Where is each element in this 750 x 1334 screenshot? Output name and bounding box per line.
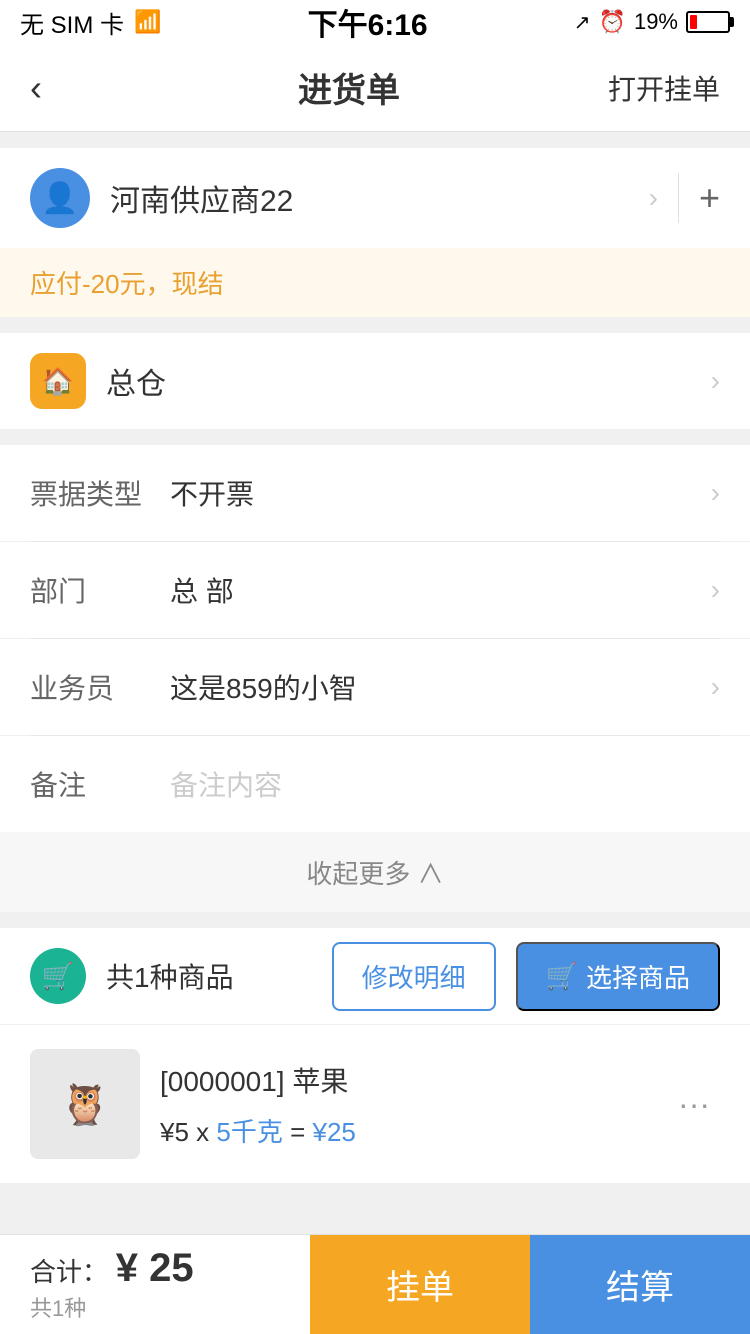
gap-1 xyxy=(0,132,750,148)
footer-total-row: 合计： ¥ 25 xyxy=(30,1246,280,1291)
carrier-text: 无 SIM 卡 xyxy=(20,5,124,40)
chevron-right-icon[interactable]: › xyxy=(649,182,658,214)
department-value: 总 部 xyxy=(170,570,711,610)
battery-text: 19% xyxy=(634,9,678,35)
product-count-label: 共1种商品 xyxy=(106,956,312,996)
salesperson-label: 业务员 xyxy=(30,667,170,707)
product-header: 🛒 共1种商品 修改明细 🛒 选择商品 xyxy=(0,928,750,1024)
product-info: [0000001] 苹果 ¥5 x 5千克 = ¥25 xyxy=(160,1060,648,1149)
product-code: [0000001] xyxy=(160,1066,292,1097)
wifi-icon: 📶 xyxy=(134,9,161,35)
gap-3 xyxy=(0,429,750,445)
subtotal-value: ¥25 xyxy=(313,1117,356,1147)
product-price-row: ¥5 x 5千克 = ¥25 xyxy=(160,1112,648,1149)
footer-bar: 合计： ¥ 25 共1种 挂单 结算 xyxy=(0,1234,750,1334)
footer-item-count: 共1种 xyxy=(30,1291,280,1323)
hangup-button[interactable]: 挂单 xyxy=(310,1235,530,1334)
remark-label: 备注 xyxy=(30,764,170,804)
department-chevron: › xyxy=(711,574,720,606)
back-button[interactable]: ‹ xyxy=(30,67,90,109)
divider xyxy=(678,173,679,223)
location-icon: ↗ xyxy=(574,10,591,35)
invoice-type-row[interactable]: 票据类型 不开票 › xyxy=(0,445,750,541)
equals-sign: = xyxy=(290,1117,312,1147)
product-thumb-icon: 🦉 xyxy=(60,1081,110,1128)
footer-total-section: 合计： ¥ 25 共1种 xyxy=(0,1246,310,1323)
gap-4 xyxy=(0,912,750,928)
notice-banner: 应付-20元，现结 xyxy=(0,248,750,317)
settle-button[interactable]: 结算 xyxy=(530,1235,750,1334)
page-title: 进货单 xyxy=(298,63,400,112)
quantity-value: 5千克 xyxy=(216,1117,282,1147)
select-product-icon: 🛒 xyxy=(546,961,578,992)
total-amount: ¥ 25 xyxy=(116,1246,194,1290)
product-item: 🦉 [0000001] 苹果 ¥5 x 5千克 = ¥25 ··· xyxy=(0,1025,750,1183)
department-label: 部门 xyxy=(30,570,170,610)
supplier-row: 👤 河南供应商22 › + xyxy=(0,148,750,248)
alarm-icon: ⏰ xyxy=(599,9,626,35)
status-bar: 无 SIM 卡 📶 下午6:16 ↗ ⏰ 19% xyxy=(0,0,750,44)
warehouse-icon: 🏠 xyxy=(30,353,86,409)
product-name: [0000001] 苹果 xyxy=(160,1060,648,1100)
remark-row[interactable]: 备注 备注内容 xyxy=(0,736,750,832)
edit-detail-button[interactable]: 修改明细 xyxy=(332,942,496,1011)
invoice-type-label: 票据类型 xyxy=(30,473,170,513)
gap-2 xyxy=(0,317,750,333)
department-row[interactable]: 部门 总 部 › xyxy=(0,542,750,638)
battery-icon xyxy=(686,11,730,33)
warehouse-row[interactable]: 🏠 总仓 › xyxy=(0,333,750,429)
collapse-button[interactable]: 收起更多 ∧ xyxy=(0,832,750,912)
product-section-icon: 🛒 xyxy=(30,948,86,1004)
salesperson-row[interactable]: 业务员 这是859的小智 › xyxy=(0,639,750,735)
warehouse-name: 总仓 xyxy=(106,359,711,403)
nav-bar: ‹ 进货单 打开挂单 xyxy=(0,44,750,132)
product-more-button[interactable]: ··· xyxy=(668,1076,720,1133)
invoice-type-value: 不开票 xyxy=(170,473,711,513)
select-product-button[interactable]: 🛒 选择商品 xyxy=(516,942,720,1011)
supplier-avatar: 👤 xyxy=(30,168,90,228)
warehouse-chevron-icon: › xyxy=(711,365,720,397)
product-title: 苹果 xyxy=(292,1066,348,1097)
open-hangup-button[interactable]: 打开挂单 xyxy=(608,68,720,108)
salesperson-value: 这是859的小智 xyxy=(170,667,711,707)
supplier-name: 河南供应商22 xyxy=(110,176,649,220)
avatar-icon: 👤 xyxy=(41,181,78,216)
total-label: 合计： xyxy=(30,1257,108,1287)
remark-placeholder[interactable]: 备注内容 xyxy=(170,764,720,804)
status-time: 下午6:16 xyxy=(308,0,428,44)
status-left: 无 SIM 卡 📶 xyxy=(20,5,161,40)
battery-fill xyxy=(690,15,697,29)
salesperson-chevron: › xyxy=(711,671,720,703)
product-thumbnail: 🦉 xyxy=(30,1049,140,1159)
add-supplier-button[interactable]: + xyxy=(699,177,720,219)
status-right: ↗ ⏰ 19% xyxy=(574,9,730,35)
invoice-type-chevron: › xyxy=(711,477,720,509)
unit-price: ¥5 x xyxy=(160,1117,216,1147)
